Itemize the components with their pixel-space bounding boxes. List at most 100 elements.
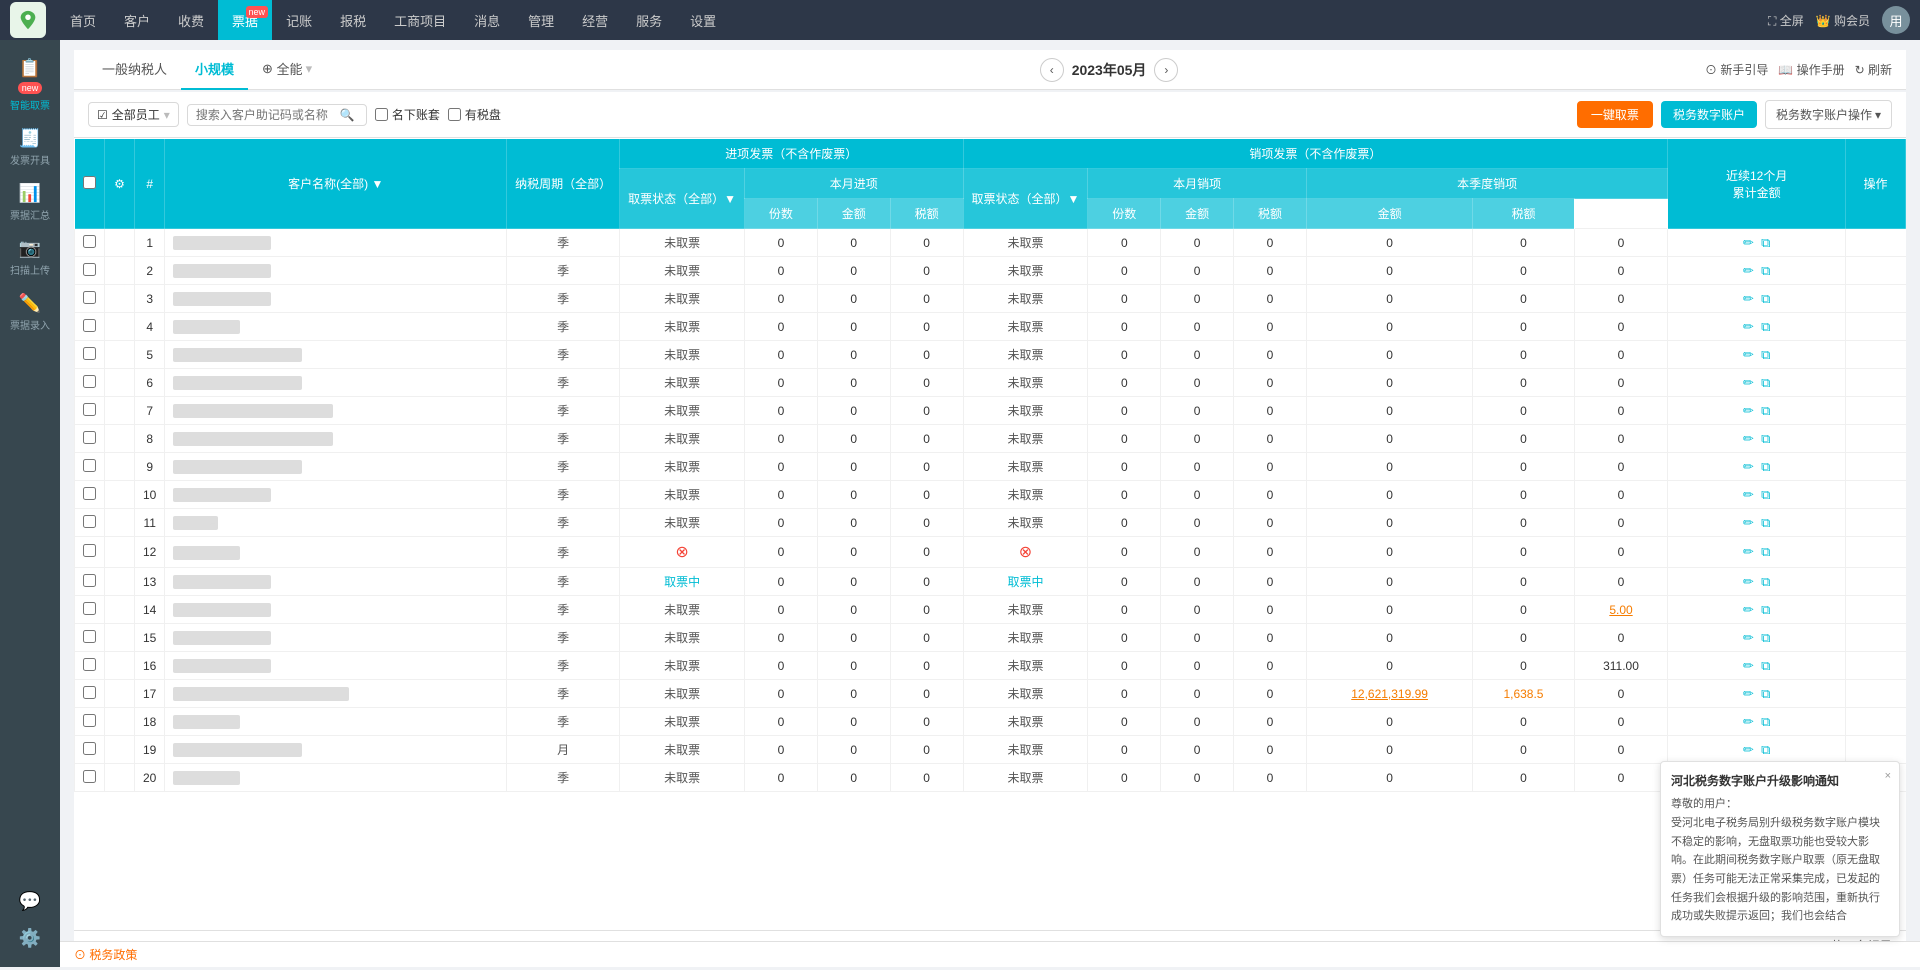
row-checkbox[interactable] <box>83 403 96 416</box>
row-checkbox[interactable] <box>83 319 96 332</box>
copy-icon[interactable]: ⧉ <box>1759 742 1772 757</box>
copy-icon[interactable]: ⧉ <box>1759 487 1772 502</box>
edit-icon[interactable]: ✏ <box>1741 263 1756 278</box>
nav-manage[interactable]: 管理 <box>514 0 568 40</box>
row-checkbox[interactable] <box>83 347 96 360</box>
copy-icon[interactable]: ⧉ <box>1759 515 1772 530</box>
row-checkbox[interactable] <box>83 630 96 643</box>
nav-home[interactable]: 首页 <box>56 0 110 40</box>
employee-select[interactable]: ☑ 全部员工 ▾ <box>88 102 179 127</box>
copy-icon[interactable]: ⧉ <box>1759 459 1772 474</box>
col-period[interactable]: 纳税周期（全部） <box>507 139 620 229</box>
edit-icon[interactable]: ✏ <box>1741 686 1756 701</box>
edit-icon[interactable]: ✏ <box>1741 658 1756 673</box>
row-checkbox[interactable] <box>83 235 96 248</box>
nav-business[interactable]: 工商项目 <box>380 0 460 40</box>
col-jin-status[interactable]: 取票状态（全部）▼ <box>620 169 745 229</box>
tab-yiban[interactable]: 一般纳税人 <box>88 50 181 90</box>
tax-policy-btn[interactable]: ⊙ 税务政策 <box>74 946 137 963</box>
row-checkbox[interactable] <box>83 263 96 276</box>
copy-icon[interactable]: ⧉ <box>1759 263 1772 278</box>
copy-icon[interactable]: ⧉ <box>1759 375 1772 390</box>
copy-icon[interactable]: ⧉ <box>1759 319 1772 334</box>
copy-icon[interactable]: ⧉ <box>1759 714 1772 729</box>
select-all-checkbox[interactable] <box>83 176 96 189</box>
yijian-btn[interactable]: 一键取票 <box>1577 101 1653 128</box>
copy-icon[interactable]: ⧉ <box>1759 602 1772 617</box>
edit-icon[interactable]: ✏ <box>1741 235 1756 250</box>
sidebar-item-huizong[interactable]: 📊 票据汇总 <box>0 175 60 230</box>
col-customer[interactable]: 客户名称(全部) ▼ <box>165 139 507 229</box>
nav-client[interactable]: 客户 <box>110 0 164 40</box>
nav-message[interactable]: 消息 <box>460 0 514 40</box>
edit-icon[interactable]: ✏ <box>1741 602 1756 617</box>
copy-icon[interactable]: ⧉ <box>1759 658 1772 673</box>
edit-icon[interactable]: ✏ <box>1741 459 1756 474</box>
row-checkbox[interactable] <box>83 714 96 727</box>
copy-icon[interactable]: ⧉ <box>1759 347 1772 362</box>
nav-fee[interactable]: 收费 <box>164 0 218 40</box>
next-period-btn[interactable]: › <box>1154 58 1178 82</box>
caozuo-btn[interactable]: 税务数字账户操作 ▾ <box>1765 100 1892 129</box>
sidebar-item-luru[interactable]: ✏️ 票据录入 <box>0 285 60 340</box>
copy-icon[interactable]: ⧉ <box>1759 431 1772 446</box>
row-checkbox[interactable] <box>83 459 96 472</box>
nav-ticket[interactable]: 票据 new <box>218 0 272 40</box>
edit-icon[interactable]: ✏ <box>1741 515 1756 530</box>
edit-icon[interactable]: ✏ <box>1741 487 1756 502</box>
copy-icon[interactable]: ⧉ <box>1759 403 1772 418</box>
fullscreen-btn[interactable]: ⛶ 全屏 <box>1768 12 1804 29</box>
guide-btn[interactable]: ⊙ 新手引导 <box>1705 61 1768 78</box>
row-checkbox[interactable] <box>83 658 96 671</box>
row-checkbox[interactable] <box>83 375 96 388</box>
avatar[interactable]: 用 <box>1882 6 1910 34</box>
tab-xiaogui[interactable]: 小规模 <box>181 50 248 90</box>
ledger-checkbox-label[interactable]: 名下账套 <box>375 106 440 123</box>
edit-icon[interactable]: ✏ <box>1741 630 1756 645</box>
row-checkbox[interactable] <box>83 686 96 699</box>
search-input[interactable] <box>196 108 336 122</box>
cumulative-link[interactable]: 5.00 <box>1609 603 1632 617</box>
edit-icon[interactable]: ✏ <box>1741 375 1756 390</box>
sidebar-item-cfg[interactable]: ⚙️ <box>15 920 45 957</box>
copy-icon[interactable]: ⧉ <box>1759 544 1772 559</box>
row-checkbox[interactable] <box>83 515 96 528</box>
nav-service[interactable]: 服务 <box>622 0 676 40</box>
nav-settings[interactable]: 设置 <box>676 0 730 40</box>
edit-icon[interactable]: ✏ <box>1741 319 1756 334</box>
row-checkbox[interactable] <box>83 574 96 587</box>
red-amount-link[interactable]: 12,621,319.99 <box>1351 687 1428 701</box>
edit-icon[interactable]: ✏ <box>1741 347 1756 362</box>
row-checkbox[interactable] <box>83 291 96 304</box>
tax-checkbox-label[interactable]: 有税盘 <box>448 106 501 123</box>
row-checkbox[interactable] <box>83 431 96 444</box>
row-checkbox[interactable] <box>83 770 96 783</box>
copy-icon[interactable]: ⧉ <box>1759 291 1772 306</box>
copy-icon[interactable]: ⧉ <box>1759 630 1772 645</box>
row-checkbox[interactable] <box>83 602 96 615</box>
edit-icon[interactable]: ✏ <box>1741 742 1756 757</box>
edit-icon[interactable]: ✏ <box>1741 291 1756 306</box>
edit-icon[interactable]: ✏ <box>1741 714 1756 729</box>
search-box[interactable]: 🔍 <box>187 104 367 126</box>
copy-icon[interactable]: ⧉ <box>1759 574 1772 589</box>
row-checkbox[interactable] <box>83 742 96 755</box>
tax-checkbox[interactable] <box>448 108 461 121</box>
copy-icon[interactable]: ⧉ <box>1759 235 1772 250</box>
member-btn[interactable]: 👑 购会员 <box>1816 12 1870 29</box>
shuiwu-btn[interactable]: 税务数字账户 <box>1661 101 1757 128</box>
edit-icon[interactable]: ✏ <box>1741 574 1756 589</box>
tab-quanneng[interactable]: ⊕ 全能 ▾ <box>248 50 326 90</box>
row-checkbox[interactable] <box>83 544 96 557</box>
col-xiao-status[interactable]: 取票状态（全部）▼ <box>963 169 1088 229</box>
sidebar-item-msg[interactable]: 💬 <box>15 883 45 920</box>
notif-close-btn[interactable]: × <box>1885 768 1891 786</box>
sidebar-item-kaiju[interactable]: 🧾 发票开具 <box>0 120 60 175</box>
prev-period-btn[interactable]: ‹ <box>1040 58 1064 82</box>
ledger-checkbox[interactable] <box>375 108 388 121</box>
nav-tax[interactable]: 报税 <box>326 0 380 40</box>
row-checkbox[interactable] <box>83 487 96 500</box>
manual-btn[interactable]: 📖 操作手册 <box>1778 61 1844 78</box>
edit-icon[interactable]: ✏ <box>1741 403 1756 418</box>
sidebar-item-zhiqupiao[interactable]: 📋 new 智能取票 <box>0 50 60 120</box>
